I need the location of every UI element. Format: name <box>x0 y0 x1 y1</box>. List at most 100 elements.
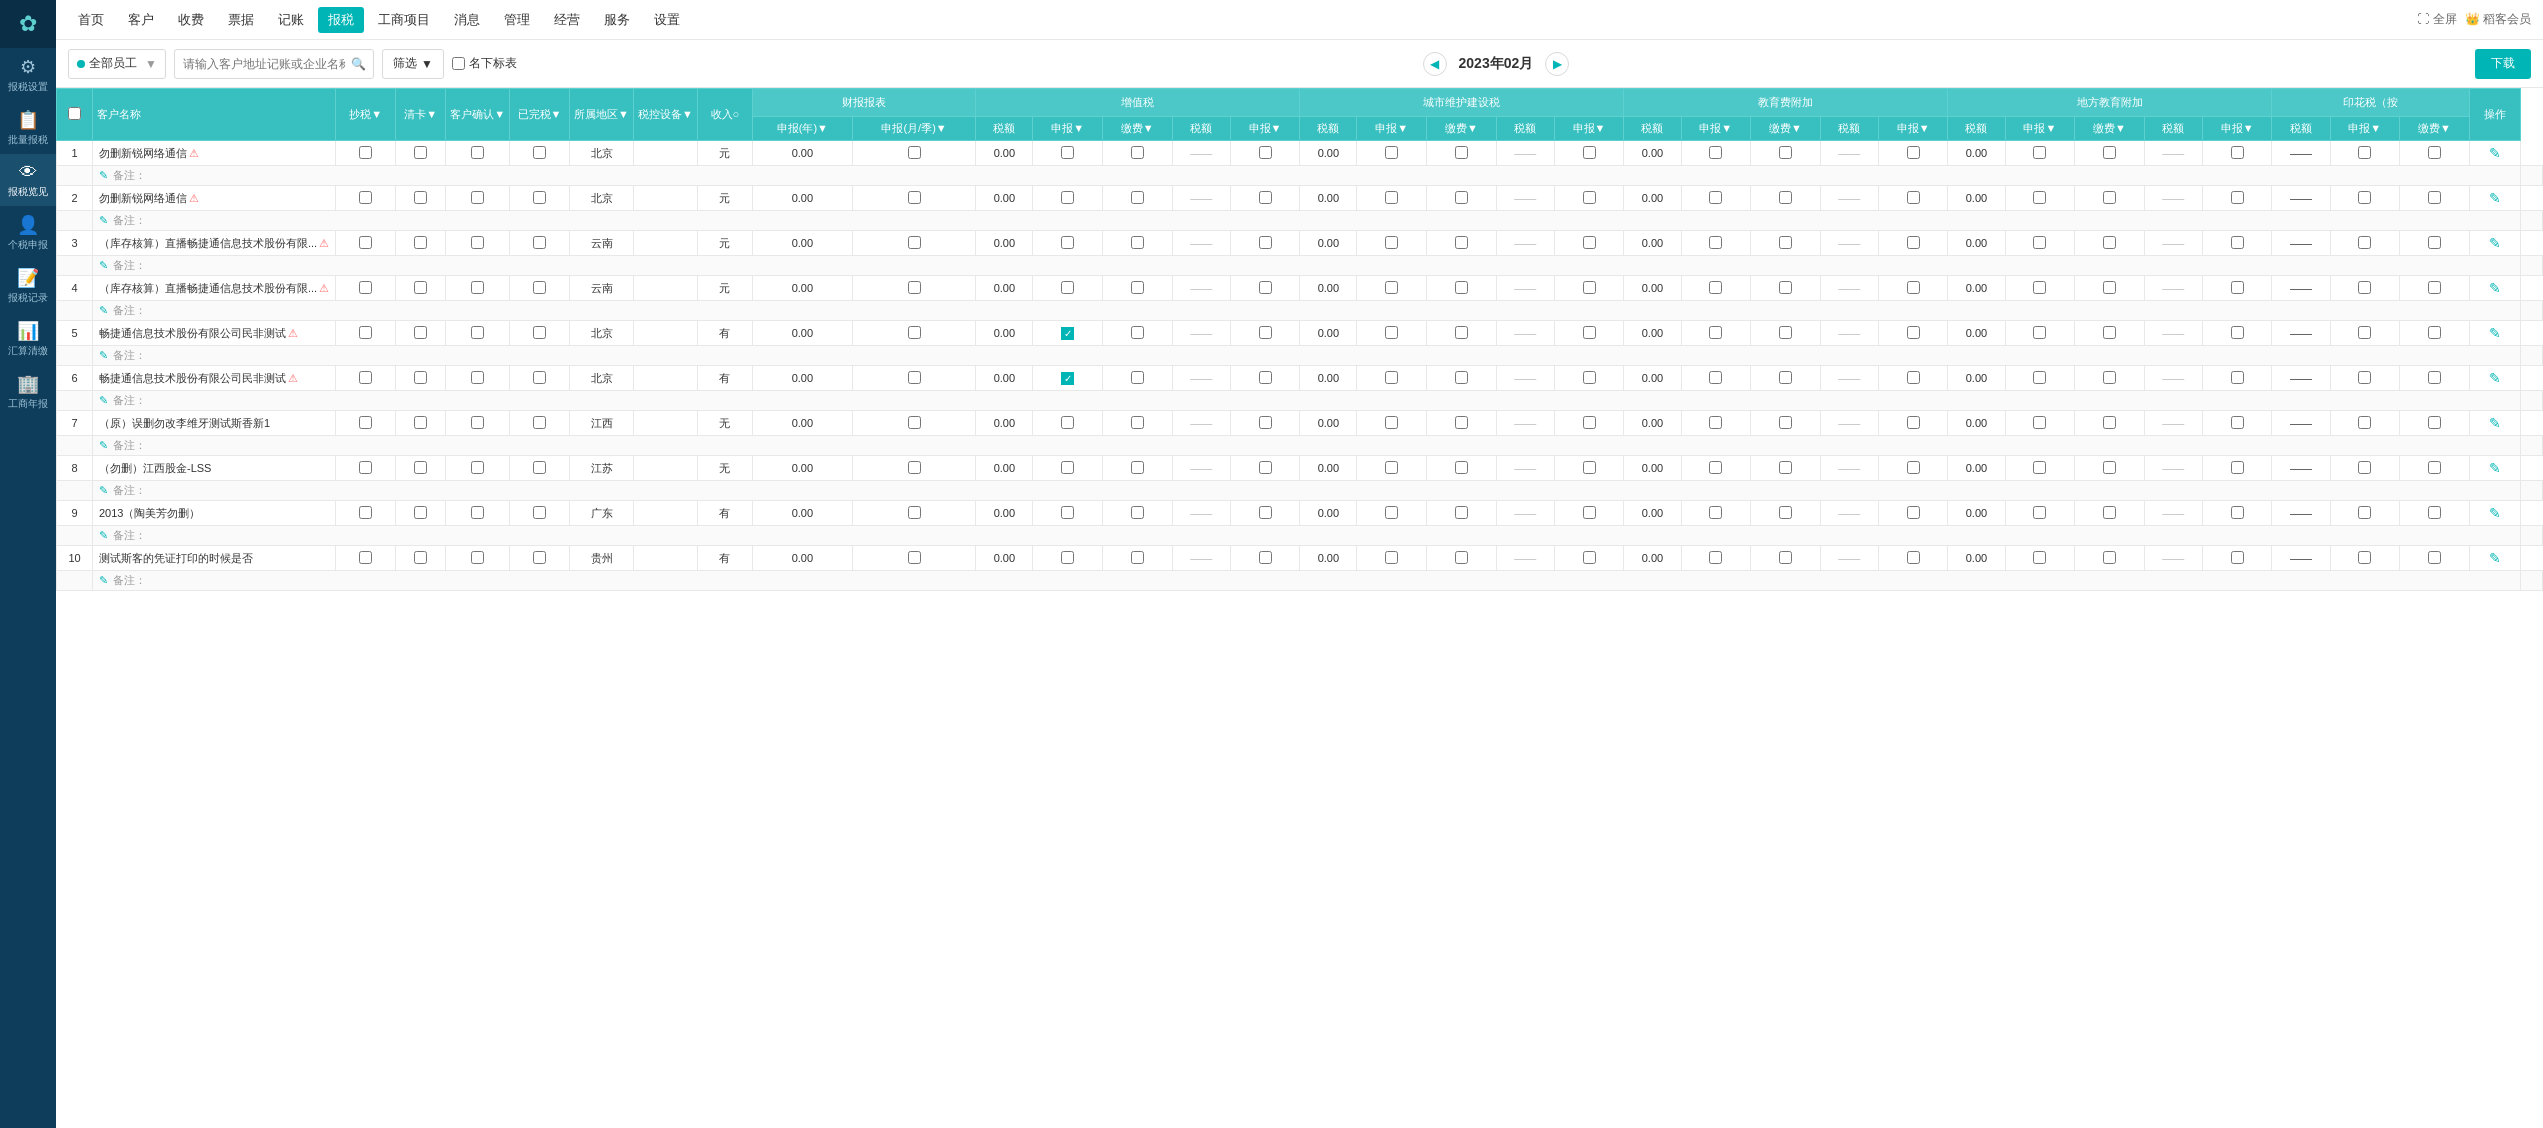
df-jiao-checkbox[interactable] <box>2103 281 2116 294</box>
cell-zzs-jiao[interactable] <box>1103 276 1173 301</box>
row-checkbox[interactable] <box>414 326 427 339</box>
cell-zzs-shen[interactable] <box>1033 276 1103 301</box>
df-shen-checkbox[interactable] <box>2033 236 2046 249</box>
zzs-shen-checkbox[interactable] <box>1061 191 1074 204</box>
cell-name[interactable]: 测试斯客的凭证打印的时候是否 <box>93 546 336 571</box>
cs-jiao-checkbox[interactable] <box>1455 461 1468 474</box>
jy-shen2-checkbox[interactable] <box>1907 146 1920 159</box>
jy-jiao-checkbox[interactable] <box>1779 371 1792 384</box>
row-checkbox[interactable] <box>471 326 484 339</box>
cell-name[interactable]: 勿删新锐网络通信⚠ <box>93 141 336 166</box>
cell-zzs-shen[interactable] <box>1033 411 1103 436</box>
cell-df-jiao[interactable] <box>2075 501 2145 526</box>
th-jy-shen[interactable]: 申报▼ <box>1681 117 1751 141</box>
row-checkbox[interactable] <box>414 236 427 249</box>
cell-zzs-shen[interactable] <box>1033 231 1103 256</box>
row-checkbox[interactable] <box>533 281 546 294</box>
jy-shen2-checkbox[interactable] <box>1907 191 1920 204</box>
cell-chaoshui[interactable] <box>336 411 396 436</box>
edit-action-icon[interactable]: ✎ <box>2489 550 2501 566</box>
yh-jiao-checkbox[interactable] <box>2428 371 2441 384</box>
cell-kehuzq[interactable] <box>446 456 510 481</box>
cell-chaoshui[interactable] <box>336 456 396 481</box>
cell-df-shen[interactable] <box>2005 231 2075 256</box>
df-jiao-checkbox[interactable] <box>2103 236 2116 249</box>
cs-shen-checkbox[interactable] <box>1385 506 1398 519</box>
cell-yh-shen[interactable] <box>2330 231 2400 256</box>
cell-cs-shen[interactable] <box>1357 456 1427 481</box>
cell-yh-jiao[interactable] <box>2400 321 2470 346</box>
cell-yiwanshui[interactable] <box>510 231 570 256</box>
sidebar-item-huisuanqingjiao[interactable]: 📊 汇算清缴 <box>0 312 56 365</box>
cell-kehuzq[interactable] <box>446 276 510 301</box>
cell-yiwanshui[interactable] <box>510 186 570 211</box>
cs-shen2-checkbox[interactable] <box>1583 236 1596 249</box>
cs-shen2-checkbox[interactable] <box>1583 191 1596 204</box>
jy-shen2-checkbox[interactable] <box>1907 236 1920 249</box>
cell-caibao-month[interactable] <box>852 456 975 481</box>
cell-cs-shen2[interactable] <box>1554 321 1624 346</box>
cell-cs-jiao[interactable] <box>1427 276 1497 301</box>
cell-zzs-jiao[interactable] <box>1103 231 1173 256</box>
cell-zzs-jiao[interactable] <box>1103 411 1173 436</box>
cell-qingka[interactable] <box>396 546 446 571</box>
named-only-input[interactable] <box>452 57 465 70</box>
cell-jy-shen2[interactable] <box>1878 141 1948 166</box>
cell-zzs-jiao[interactable] <box>1103 501 1173 526</box>
zzs-jiao-checkbox[interactable] <box>1131 146 1144 159</box>
checked-icon[interactable]: ✓ <box>1061 327 1074 340</box>
cell-yh-jiao[interactable] <box>2400 456 2470 481</box>
df-shen2-checkbox[interactable] <box>2231 326 2244 339</box>
note-edit-icon[interactable]: ✎ <box>99 214 108 226</box>
cell-name[interactable]: （勿删）江西股金-LSS <box>93 456 336 481</box>
jy-shen-checkbox[interactable] <box>1709 371 1722 384</box>
jy-shen-checkbox[interactable] <box>1709 506 1722 519</box>
cell-zzs-shen2[interactable] <box>1230 366 1300 391</box>
jy-shen2-checkbox[interactable] <box>1907 281 1920 294</box>
cell-yiwanshui[interactable] <box>510 501 570 526</box>
jy-jiao-checkbox[interactable] <box>1779 551 1792 564</box>
cell-cs-shen2[interactable] <box>1554 231 1624 256</box>
row-checkbox[interactable] <box>533 236 546 249</box>
cell-zzs-shen2[interactable] <box>1230 276 1300 301</box>
cell-cs-jiao[interactable] <box>1427 231 1497 256</box>
jy-shen-checkbox[interactable] <box>1709 416 1722 429</box>
cs-shen-checkbox[interactable] <box>1385 371 1398 384</box>
cell-kehuzq[interactable] <box>446 186 510 211</box>
yh-shen-checkbox[interactable] <box>2358 281 2371 294</box>
zzs-shen2-checkbox[interactable] <box>1259 191 1272 204</box>
nav-business[interactable]: 工商项目 <box>368 7 440 33</box>
zzs-jiao-checkbox[interactable] <box>1131 236 1144 249</box>
cell-action[interactable]: ✎ <box>2469 186 2520 211</box>
cell-jy-shen2[interactable] <box>1878 456 1948 481</box>
cell-yiwanshui[interactable] <box>510 546 570 571</box>
cell-chaoshui[interactable] <box>336 321 396 346</box>
caibao-month-checkbox[interactable] <box>908 281 921 294</box>
cell-cs-jiao[interactable] <box>1427 141 1497 166</box>
cell-kehuzq[interactable] <box>446 546 510 571</box>
cell-yh-jiao[interactable] <box>2400 546 2470 571</box>
row-checkbox[interactable] <box>414 191 427 204</box>
cell-jy-shen[interactable] <box>1681 501 1751 526</box>
cell-yiwanshui[interactable] <box>510 411 570 436</box>
cell-caibao-month[interactable] <box>852 411 975 436</box>
cs-jiao-checkbox[interactable] <box>1455 506 1468 519</box>
cell-jy-shen[interactable] <box>1681 546 1751 571</box>
cell-chaoshui[interactable] <box>336 141 396 166</box>
cell-jy-shen2[interactable] <box>1878 321 1948 346</box>
th-qingka[interactable]: 清卡▼ <box>396 89 446 141</box>
yh-jiao-checkbox[interactable] <box>2428 551 2441 564</box>
cell-cs-shen[interactable] <box>1357 321 1427 346</box>
cs-jiao-checkbox[interactable] <box>1455 146 1468 159</box>
cs-shen-checkbox[interactable] <box>1385 281 1398 294</box>
row-checkbox[interactable] <box>359 371 372 384</box>
th-cs-shen2[interactable]: 申报▼ <box>1554 117 1624 141</box>
cs-jiao-checkbox[interactable] <box>1455 326 1468 339</box>
yh-jiao-checkbox[interactable] <box>2428 326 2441 339</box>
row-checkbox[interactable] <box>471 506 484 519</box>
cell-cs-shen2[interactable] <box>1554 501 1624 526</box>
edit-action-icon[interactable]: ✎ <box>2489 280 2501 296</box>
yh-jiao-checkbox[interactable] <box>2428 461 2441 474</box>
note-edit-icon[interactable]: ✎ <box>99 529 108 541</box>
sidebar-item-piliangbaoshui[interactable]: 📋 批量报税 <box>0 101 56 154</box>
